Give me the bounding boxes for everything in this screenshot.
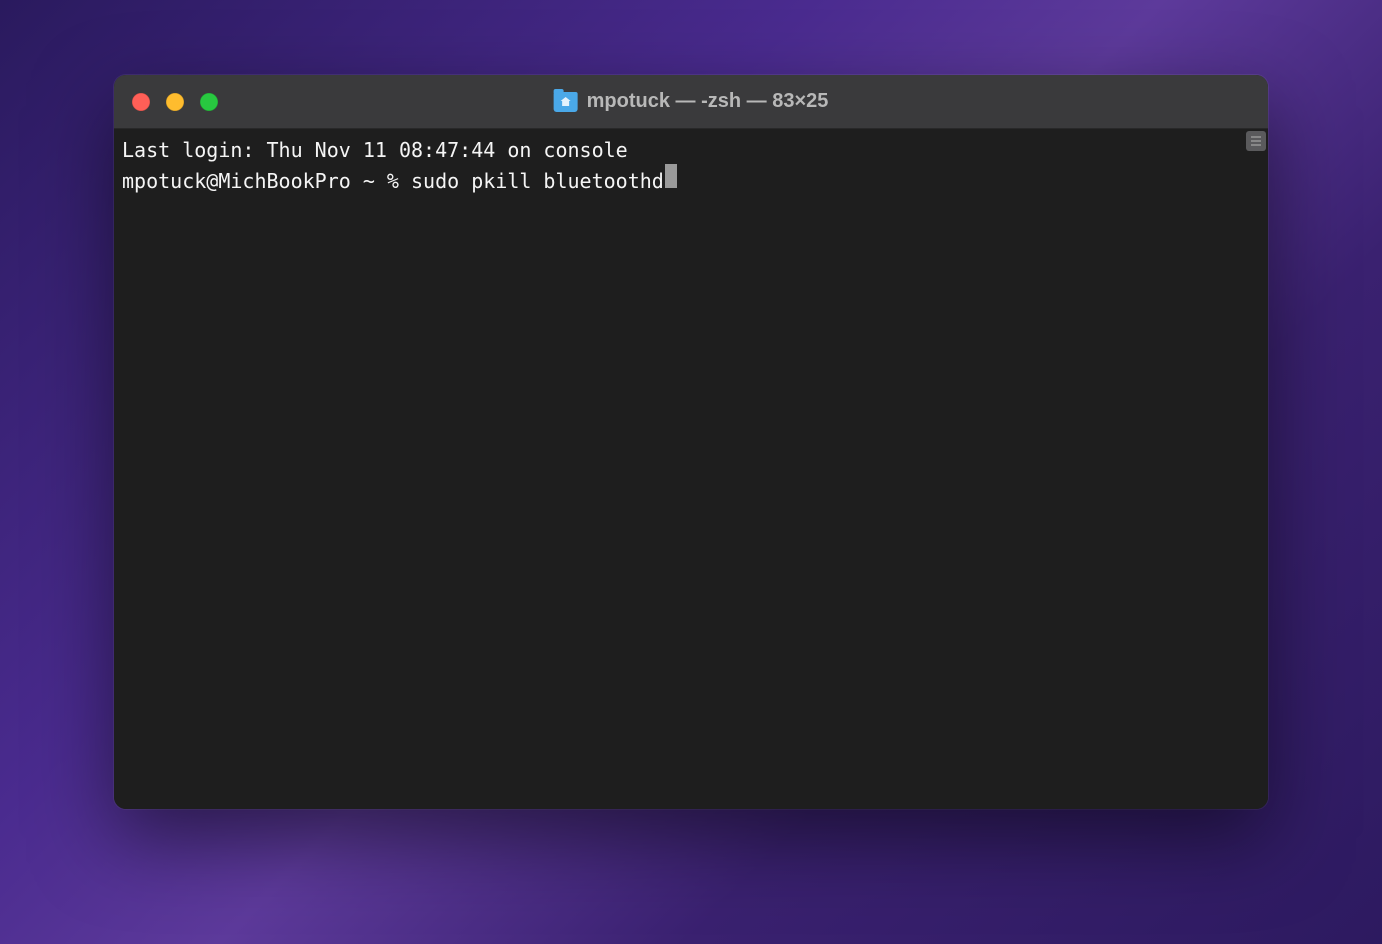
window-title-text: mpotuck — -zsh — 83×25 xyxy=(587,90,829,113)
traffic-lights-group xyxy=(132,93,218,111)
window-title: mpotuck — -zsh — 83×25 xyxy=(554,90,829,113)
scrollbar-track[interactable] xyxy=(1244,129,1268,809)
minimize-button[interactable] xyxy=(166,93,184,111)
terminal-content: Last login: Thu Nov 11 08:47:44 on conso… xyxy=(122,137,1260,195)
home-icon xyxy=(561,97,571,106)
close-button[interactable] xyxy=(132,93,150,111)
terminal-window: mpotuck — -zsh — 83×25 Last login: Thu N… xyxy=(114,75,1268,809)
scrollbar-thumb[interactable] xyxy=(1246,131,1266,151)
command-input[interactable]: sudo pkill bluetoothd xyxy=(411,168,664,195)
folder-icon xyxy=(554,92,578,112)
window-titlebar[interactable]: mpotuck — -zsh — 83×25 xyxy=(114,75,1268,129)
terminal-cursor xyxy=(665,164,677,188)
last-login-line: Last login: Thu Nov 11 08:47:44 on conso… xyxy=(122,138,628,162)
terminal-body[interactable]: Last login: Thu Nov 11 08:47:44 on conso… xyxy=(114,129,1268,809)
maximize-button[interactable] xyxy=(200,93,218,111)
shell-prompt: mpotuck@MichBookPro ~ % xyxy=(122,168,411,195)
